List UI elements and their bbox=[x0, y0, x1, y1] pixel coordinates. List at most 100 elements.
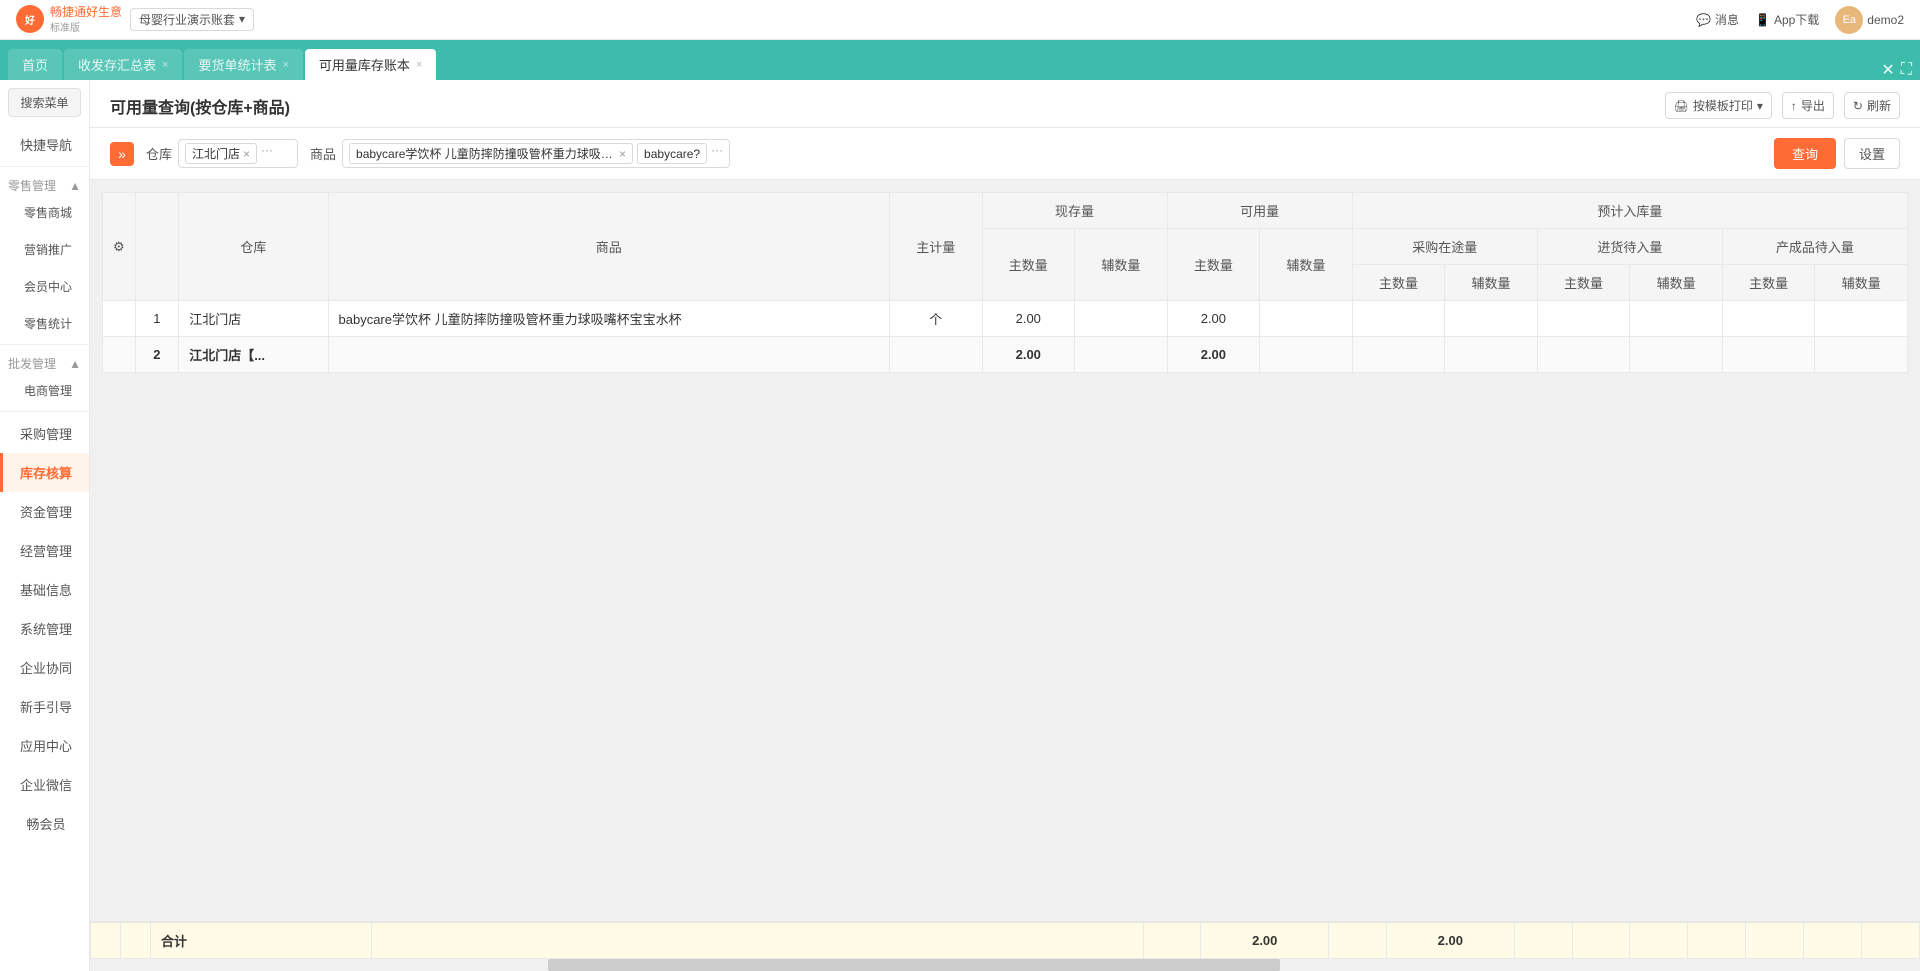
sidebar: 搜索菜单 快捷导航 零售管理 ▲ 零售商城 营销推广 会员中心 零售统计 批发管… bbox=[0, 80, 90, 971]
footer-unit-empty bbox=[1143, 923, 1201, 959]
th-inbound-main: 主数量 bbox=[1537, 265, 1630, 301]
sidebar-item-member-plus[interactable]: 畅会员 bbox=[0, 804, 89, 843]
product-tag-0: babycare学饮杯 儿童防摔防撞吸管杯重力球吸嘴杯宝宝水杯 × bbox=[349, 143, 633, 164]
th-purchase-main: 主数量 bbox=[1352, 265, 1445, 301]
print-dropdown-icon: ▾ bbox=[1757, 99, 1763, 113]
cell-rownum-0: 1 bbox=[135, 301, 179, 337]
cell-unit-0: 个 bbox=[889, 301, 982, 337]
page-title: 可用量查询(按仓库+商品) bbox=[110, 94, 290, 118]
data-table: ⚙ 仓库 商品 主计量 现存量 可用量 预计入库量 主数量 辅数量 主数量 bbox=[102, 192, 1908, 373]
footer-purchase-main bbox=[1572, 923, 1630, 959]
nav-tabs: 首页 收发存汇总表 × 要货单统计表 × 可用量库存账本 × ✕ ⛶ bbox=[0, 40, 1920, 80]
sidebar-item-finance-label: 资金管理 bbox=[20, 505, 72, 520]
sidebar-item-member[interactable]: 会员中心 bbox=[0, 268, 89, 305]
sidebar-group-retail[interactable]: 零售管理 ▲ bbox=[0, 169, 89, 194]
th-planned-inbound: 预计入库量 bbox=[1352, 193, 1907, 229]
cell-available-main-0: 2.00 bbox=[1167, 301, 1260, 337]
close-all-tabs-btn[interactable]: ✕ bbox=[1881, 60, 1894, 80]
cell-current-main-1: 2.00 bbox=[982, 337, 1075, 373]
cell-inbound-aux-0 bbox=[1630, 301, 1723, 337]
app-download-label: App下载 bbox=[1774, 11, 1819, 28]
message-btn[interactable]: 💬 消息 bbox=[1696, 11, 1739, 28]
cell-current-main-0: 2.00 bbox=[982, 301, 1075, 337]
top-bar-right: 💬 消息 📱 App下载 Ea demo2 bbox=[1696, 6, 1904, 34]
app-download-btn[interactable]: 📱 App下载 bbox=[1755, 11, 1819, 28]
user-name: demo2 bbox=[1867, 13, 1904, 27]
query-btn[interactable]: 查询 bbox=[1774, 138, 1836, 169]
sidebar-item-newbie-label: 新手引导 bbox=[20, 700, 72, 715]
filter-expand-btn[interactable]: » bbox=[110, 142, 134, 166]
sidebar-item-retail-mall[interactable]: 零售商城 bbox=[0, 194, 89, 231]
product-tag-0-close[interactable]: × bbox=[619, 147, 626, 161]
cell-finished-main-1 bbox=[1722, 337, 1815, 373]
tab-order-stats[interactable]: 要货单统计表 × bbox=[184, 49, 302, 80]
tab-available-stock[interactable]: 可用量库存账本 × bbox=[305, 49, 436, 80]
sidebar-item-newbie[interactable]: 新手引导 bbox=[0, 687, 89, 726]
message-icon: 💬 bbox=[1696, 13, 1711, 27]
refresh-label: 刷新 bbox=[1867, 97, 1891, 114]
user-avatar-text: Ea bbox=[1843, 14, 1856, 26]
sidebar-item-basic-info[interactable]: 基础信息 bbox=[0, 570, 89, 609]
sidebar-item-wechat-label: 企业微信 bbox=[20, 778, 72, 793]
sidebar-item-operations[interactable]: 经营管理 bbox=[0, 531, 89, 570]
expand-icon: » bbox=[118, 146, 126, 162]
settings-gear-icon: ⚙ bbox=[113, 239, 125, 254]
sidebar-item-member-plus-label: 畅会员 bbox=[26, 817, 65, 832]
tab-order-stats-close[interactable]: × bbox=[282, 59, 288, 71]
th-finished-aux: 辅数量 bbox=[1815, 265, 1908, 301]
tab-order-stats-label: 要货单统计表 bbox=[198, 55, 276, 74]
th-finished-main: 主数量 bbox=[1722, 265, 1815, 301]
sidebar-item-marketing[interactable]: 营销推广 bbox=[0, 231, 89, 268]
tab-available-stock-close[interactable]: × bbox=[416, 59, 422, 71]
tab-receive-send[interactable]: 收发存汇总表 × bbox=[64, 49, 182, 80]
user-menu[interactable]: Ea demo2 bbox=[1835, 6, 1904, 34]
sidebar-group-retail-chevron: ▲ bbox=[69, 179, 81, 193]
sidebar-group-wholesale-chevron: ▲ bbox=[69, 357, 81, 371]
sidebar-item-inventory[interactable]: 库存核算 bbox=[0, 453, 89, 492]
sidebar-group-wholesale[interactable]: 批发管理 ▲ bbox=[0, 347, 89, 372]
tenant-selector[interactable]: 母婴行业演示账套 ▾ bbox=[130, 8, 254, 31]
cell-purchase-main-1 bbox=[1352, 337, 1445, 373]
sidebar-item-app-center[interactable]: 应用中心 bbox=[0, 726, 89, 765]
warehouse-tag-0-close[interactable]: × bbox=[243, 147, 250, 161]
tab-home[interactable]: 首页 bbox=[8, 49, 62, 80]
th-current-main: 主数量 bbox=[982, 229, 1075, 301]
sidebar-item-enterprise[interactable]: 企业协同 bbox=[0, 648, 89, 687]
sidebar-item-quick-nav[interactable]: 快捷导航 bbox=[0, 125, 89, 164]
product-ellipsis[interactable]: ··· bbox=[711, 143, 723, 164]
th-settings[interactable]: ⚙ bbox=[103, 193, 136, 301]
sidebar-item-ecommerce[interactable]: 电商管理 bbox=[0, 372, 89, 409]
cell-finished-aux-0 bbox=[1815, 301, 1908, 337]
tab-receive-send-close[interactable]: × bbox=[162, 59, 168, 71]
filter-bar: » 仓库 江北门店 × ··· 商品 babycare学饮杯 儿童防摔防撞吸管杯… bbox=[90, 128, 1920, 180]
sidebar-item-system[interactable]: 系统管理 bbox=[0, 609, 89, 648]
refresh-btn[interactable]: ↻ 刷新 bbox=[1844, 92, 1900, 119]
sidebar-item-purchase[interactable]: 采购管理 bbox=[0, 414, 89, 453]
footer-available-main: 2.00 bbox=[1386, 923, 1514, 959]
settings-btn[interactable]: 设置 bbox=[1844, 138, 1900, 169]
scrollbar-track[interactable] bbox=[90, 959, 1920, 971]
logo-area: 好 畅捷通好生意 标准版 bbox=[16, 5, 122, 34]
sidebar-search-btn[interactable]: 搜索菜单 bbox=[8, 88, 81, 117]
app-download-icon: 📱 bbox=[1755, 13, 1770, 27]
warehouse-ellipsis[interactable]: ··· bbox=[261, 143, 273, 164]
scrollbar-thumb[interactable] bbox=[548, 959, 1280, 971]
maximize-btn[interactable]: ⛶ bbox=[1901, 61, 1912, 79]
sidebar-item-retail-stats[interactable]: 零售统计 bbox=[0, 305, 89, 342]
sidebar-group-retail-items: 零售商城 营销推广 会员中心 零售统计 bbox=[0, 194, 89, 342]
sidebar-item-wechat[interactable]: 企业微信 bbox=[0, 765, 89, 804]
table-row: 1 江北门店 babycare学饮杯 儿童防摔防撞吸管杯重力球吸嘴杯宝宝水杯 个… bbox=[103, 301, 1908, 337]
cell-purchase-main-0 bbox=[1352, 301, 1445, 337]
filter-actions: 查询 设置 bbox=[1774, 138, 1900, 169]
tab-receive-send-label: 收发存汇总表 bbox=[78, 55, 156, 74]
export-btn[interactable]: ↑ 导出 bbox=[1782, 92, 1834, 119]
footer-table: 合计 2.00 2.00 bbox=[90, 922, 1920, 959]
export-icon: ↑ bbox=[1791, 99, 1797, 113]
print-btn[interactable]: 🖨 按模板打印 ▾ bbox=[1665, 92, 1772, 119]
sidebar-item-enterprise-label: 企业协同 bbox=[20, 661, 72, 676]
sidebar-item-finance[interactable]: 资金管理 bbox=[0, 492, 89, 531]
cell-purchase-aux-1 bbox=[1445, 337, 1538, 373]
product-tags[interactable]: babycare学饮杯 儿童防摔防撞吸管杯重力球吸嘴杯宝宝水杯 × babyca… bbox=[342, 139, 730, 168]
footer-label: 合计 bbox=[151, 923, 372, 959]
warehouse-tags[interactable]: 江北门店 × ··· bbox=[178, 139, 298, 168]
